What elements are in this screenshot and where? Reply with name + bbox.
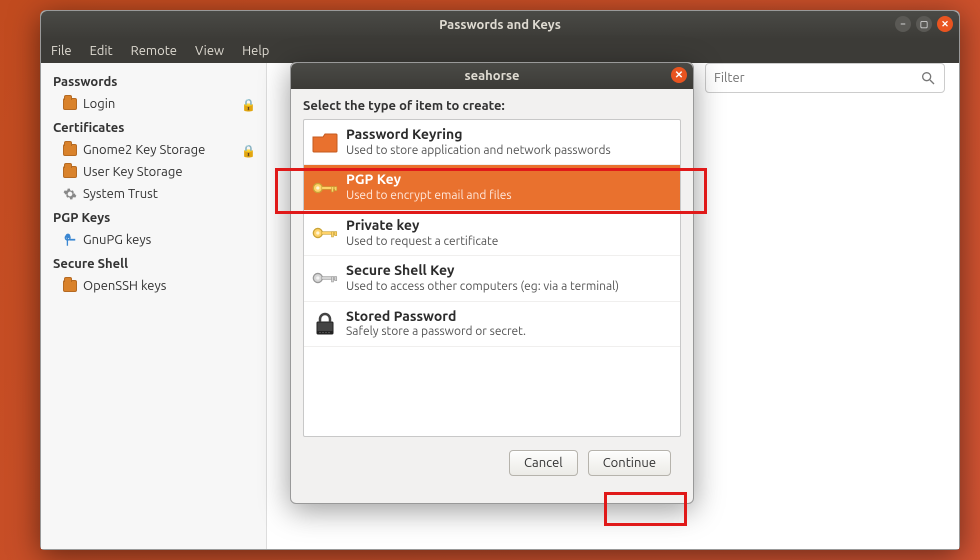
- sidebar-item-user-key-storage[interactable]: User Key Storage: [41, 161, 266, 183]
- folder-icon: [312, 129, 338, 155]
- continue-button[interactable]: Continue: [588, 450, 671, 476]
- option-desc: Used to store application and network pa…: [346, 143, 611, 159]
- key-icon: [312, 265, 338, 291]
- option-desc: Used to request a certificate: [346, 234, 498, 250]
- option-desc: Used to encrypt email and files: [346, 188, 512, 204]
- option-stored-password[interactable]: Stored Password Safely store a password …: [304, 302, 680, 347]
- sidebar-section-pgp-keys: PGP Keys: [41, 205, 266, 229]
- sidebar-section-certificates: Certificates: [41, 115, 266, 139]
- option-private-key[interactable]: Private key Used to request a certificat…: [304, 211, 680, 256]
- option-title: Stored Password: [346, 308, 526, 325]
- search-icon: [920, 70, 936, 86]
- option-title: Password Keyring: [346, 126, 611, 143]
- item-type-list: Password Keyring Used to store applicati…: [303, 119, 681, 437]
- new-item-dialog: seahorse ✕ Select the type of item to cr…: [290, 62, 694, 504]
- key-icon: [312, 175, 338, 201]
- window-close-button[interactable]: ✕: [937, 16, 953, 32]
- option-secure-shell-key[interactable]: Secure Shell Key Used to access other co…: [304, 256, 680, 301]
- menu-edit[interactable]: Edit: [90, 44, 113, 58]
- folder-icon: [63, 98, 77, 110]
- sidebar-section-secure-shell: Secure Shell: [41, 251, 266, 275]
- lock-icon: 🔒: [241, 144, 256, 158]
- sidebar-item-system-trust[interactable]: System Trust: [41, 183, 266, 205]
- menu-remote[interactable]: Remote: [131, 44, 177, 58]
- option-desc: Safely store a password or secret.: [346, 324, 526, 340]
- menu-view[interactable]: View: [195, 44, 224, 58]
- menu-file[interactable]: File: [51, 44, 72, 58]
- sidebar-section-passwords: Passwords: [41, 69, 266, 93]
- gear-icon: [63, 187, 77, 201]
- window-title: Passwords and Keys: [439, 18, 561, 32]
- option-title: Private key: [346, 217, 498, 234]
- menu-help[interactable]: Help: [242, 44, 269, 58]
- folder-icon: [63, 144, 77, 156]
- window-minimize-button[interactable]: –: [895, 16, 911, 32]
- window-titlebar[interactable]: Passwords and Keys – ▢ ✕: [41, 11, 959, 39]
- sidebar-item-label: System Trust: [83, 187, 158, 201]
- folder-icon: [63, 280, 77, 292]
- key-icon: [63, 233, 77, 247]
- dialog-close-button[interactable]: ✕: [671, 67, 687, 83]
- dialog-footer: Cancel Continue: [303, 437, 681, 489]
- sidebar: Passwords Login 🔒 Certificates Gnome2 Ke…: [41, 63, 267, 549]
- sidebar-item-label: Login: [83, 97, 115, 111]
- key-icon: [312, 220, 338, 246]
- option-title: Secure Shell Key: [346, 262, 619, 279]
- dialog-prompt: Select the type of item to create:: [303, 99, 681, 113]
- menubar: File Edit Remote View Help: [41, 39, 959, 63]
- lock-icon: [312, 311, 338, 337]
- option-title: PGP Key: [346, 171, 512, 188]
- sidebar-item-label: Gnome2 Key Storage: [83, 143, 205, 157]
- option-desc: Used to access other computers (eg: via …: [346, 279, 619, 295]
- cancel-button[interactable]: Cancel: [509, 450, 578, 476]
- dialog-title: seahorse: [464, 69, 519, 83]
- sidebar-item-login[interactable]: Login 🔒: [41, 93, 266, 115]
- filter-input[interactable]: [714, 71, 920, 85]
- sidebar-item-openssh-keys[interactable]: OpenSSH keys: [41, 275, 266, 297]
- folder-icon: [63, 166, 77, 178]
- lock-icon: 🔒: [241, 98, 256, 112]
- sidebar-item-label: OpenSSH keys: [83, 279, 166, 293]
- filter-field-wrap[interactable]: [705, 63, 945, 93]
- sidebar-item-gnome2-key-storage[interactable]: Gnome2 Key Storage 🔒: [41, 139, 266, 161]
- option-password-keyring[interactable]: Password Keyring Used to store applicati…: [304, 120, 680, 165]
- dialog-titlebar[interactable]: seahorse ✕: [291, 63, 693, 89]
- sidebar-item-gnupg-keys[interactable]: GnuPG keys: [41, 229, 266, 251]
- sidebar-item-label: GnuPG keys: [83, 233, 151, 247]
- option-pgp-key[interactable]: PGP Key Used to encrypt email and files: [304, 165, 680, 210]
- window-maximize-button[interactable]: ▢: [916, 16, 932, 32]
- sidebar-item-label: User Key Storage: [83, 165, 183, 179]
